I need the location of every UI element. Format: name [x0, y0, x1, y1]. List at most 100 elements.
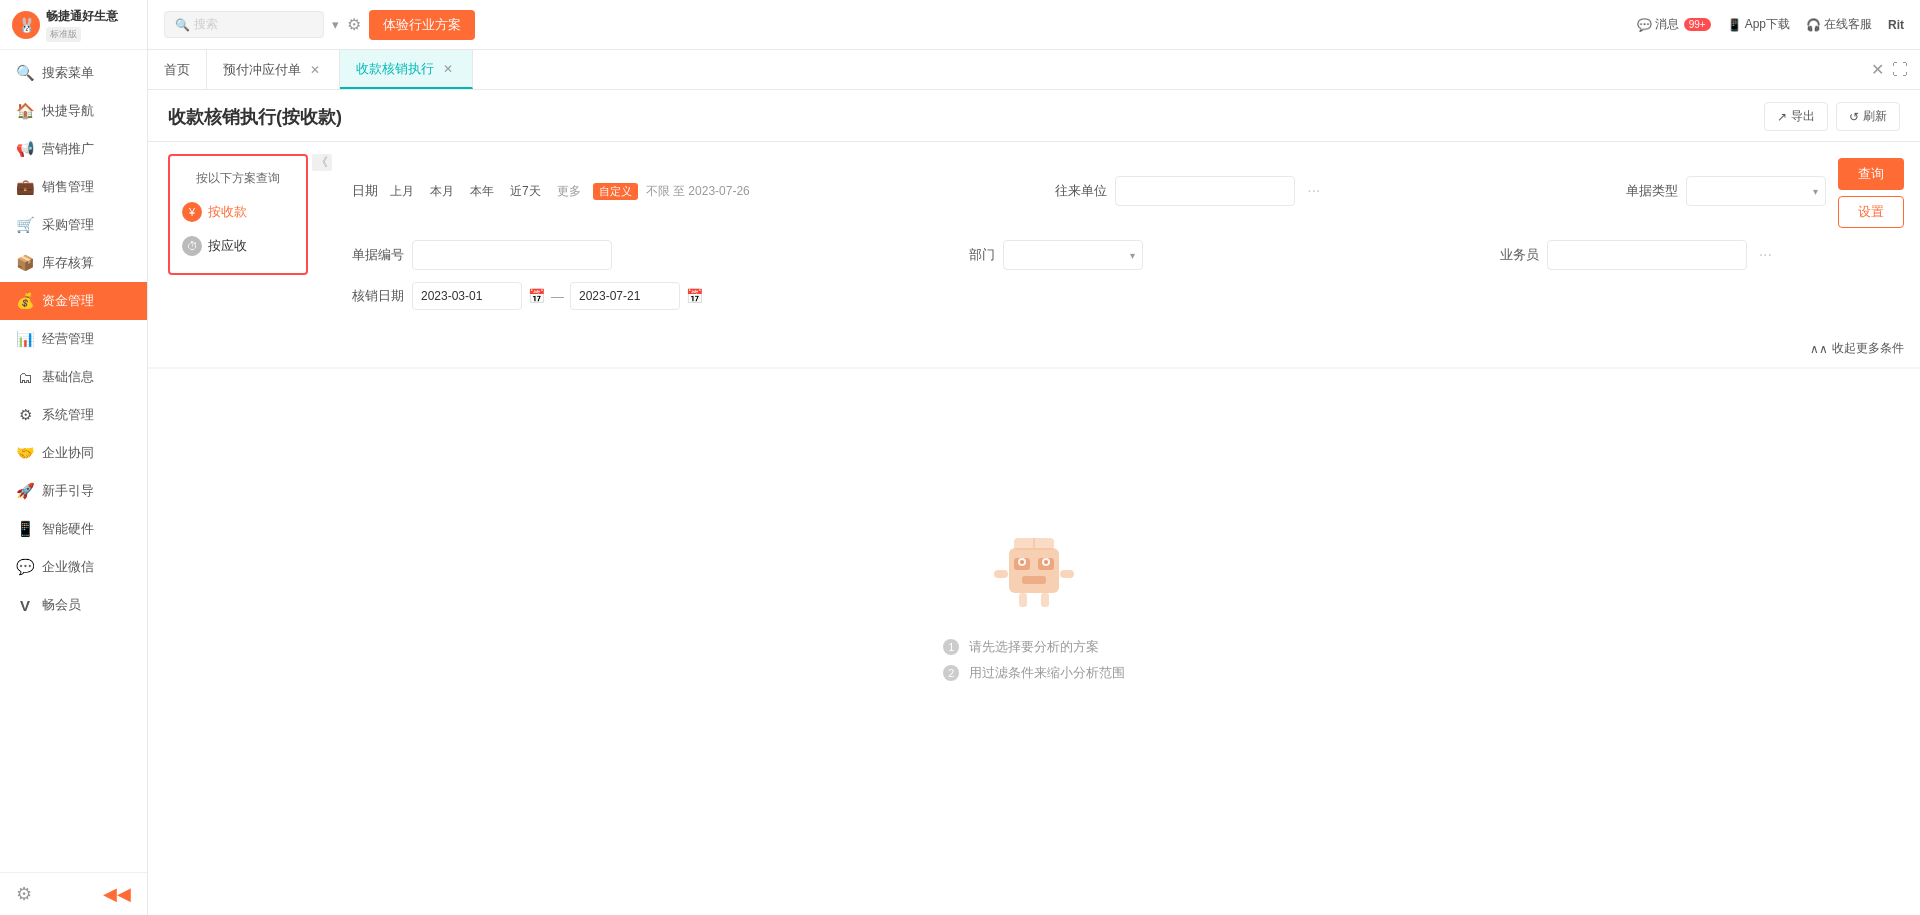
filter-sidebar: 按以下方案查询 ¥ 按收款 ⏱ 按应收	[168, 154, 308, 275]
sidebar-item-sales[interactable]: 💼 销售管理	[0, 168, 147, 206]
svg-rect-3	[1022, 576, 1046, 584]
tab-prepay[interactable]: 预付冲应付单 ✕	[207, 50, 340, 89]
filter-row-2: 单据编号 部门 业务员	[352, 240, 1904, 270]
sidebar-item-quicknav[interactable]: 🏠 快捷导航	[0, 92, 147, 130]
tab-home[interactable]: 首页	[148, 50, 207, 89]
writeoff-date-start-input[interactable]	[412, 282, 522, 310]
salesperson-more-icon[interactable]: ···	[1759, 246, 1772, 264]
user-name[interactable]: Rit	[1888, 18, 1904, 32]
customer-service-btn[interactable]: 🎧 在线客服	[1806, 16, 1872, 33]
sidebar-label-operations: 经营管理	[42, 330, 94, 348]
message-icon: 💬	[1637, 18, 1652, 32]
sidebar-label-wechat: 企业微信	[42, 558, 94, 576]
tab-writeoff[interactable]: 收款核销执行 ✕	[340, 50, 473, 89]
filter-date-col: 日期 上月 本月 本年 近7天 更多 自定义 不限 至 2023-07-26	[352, 181, 750, 202]
refresh-btn[interactable]: ↺ 刷新	[1836, 102, 1900, 131]
message-badge: 99+	[1684, 18, 1711, 31]
close-window-icon[interactable]: ✕	[1871, 60, 1884, 79]
topbar: 🔍 搜索 ▾ ⚙ 体验行业方案 💬 消息 99+ 📱 App下载 🎧 在线客服 …	[148, 0, 1920, 50]
svg-rect-4	[994, 570, 1008, 578]
sidebar-item-hardware[interactable]: 📱 智能硬件	[0, 510, 147, 548]
refresh-icon: ↺	[1849, 110, 1859, 124]
collapse-more-bar[interactable]: ∧∧ 收起更多条件	[148, 334, 1920, 367]
export-label: 导出	[1791, 108, 1815, 125]
purchase-icon: 🛒	[16, 216, 34, 234]
writeoff-date-label: 核销日期	[352, 287, 404, 305]
export-btn[interactable]: ↗ 导出	[1764, 102, 1828, 131]
sidebar: 🐰 畅捷通好生意 标准版 🔍 搜索菜单 🏠 快捷导航 📢 营销推广 💼 销售管理…	[0, 0, 148, 915]
collapse-sidebar-btn[interactable]: 《	[312, 154, 332, 171]
tab-prepay-close[interactable]: ✕	[307, 62, 323, 78]
bill-no-input[interactable]	[412, 240, 612, 270]
app-badge: 标准版	[46, 27, 81, 42]
system-icon: ⚙	[16, 406, 34, 424]
bill-type-select[interactable]	[1686, 176, 1826, 206]
dropdown-arrow-icon[interactable]: ▾	[332, 17, 339, 32]
counterparty-more-icon[interactable]: ···	[1307, 182, 1320, 200]
settings-icon[interactable]: ⚙	[16, 883, 32, 905]
sidebar-label-basic-info: 基础信息	[42, 368, 94, 386]
filter-by-receipt-label: 按收款	[208, 203, 247, 221]
filter-sidebar-title: 按以下方案查询	[170, 166, 306, 195]
salesperson-input[interactable]	[1547, 240, 1747, 270]
sidebar-footer: ⚙ ◀◀	[0, 872, 147, 915]
sidebar-item-finance[interactable]: 💰 资金管理	[0, 282, 147, 320]
sidebar-label-vip: 畅会员	[42, 596, 81, 614]
search-icon: 🔍	[16, 64, 34, 82]
app-logo: 🐰 畅捷通好生意 标准版	[0, 0, 147, 50]
sidebar-item-wechat[interactable]: 💬 企业微信	[0, 548, 147, 586]
page-header-actions: ↗ 导出 ↺ 刷新	[1764, 102, 1900, 141]
shortcut-7days[interactable]: 近7天	[506, 181, 545, 202]
dept-select[interactable]	[1003, 240, 1143, 270]
tab-writeoff-close[interactable]: ✕	[440, 61, 456, 77]
sidebar-item-search[interactable]: 🔍 搜索菜单	[0, 54, 147, 92]
sidebar-item-collab[interactable]: 🤝 企业协同	[0, 434, 147, 472]
counterparty-input[interactable]	[1115, 176, 1295, 206]
sidebar-item-marketing[interactable]: 📢 营销推广	[0, 130, 147, 168]
shortcut-more[interactable]: 更多	[553, 181, 585, 202]
svg-point-11	[1044, 560, 1048, 564]
gear-icon-top[interactable]: ⚙	[347, 15, 361, 34]
sidebar-item-vip[interactable]: V 畅会员	[0, 586, 147, 624]
filter-by-receivable-label: 按应收	[208, 237, 247, 255]
tab-prepay-label: 预付冲应付单	[223, 61, 301, 79]
shortcut-last-month[interactable]: 上月	[386, 181, 418, 202]
settings-btn[interactable]: 设置	[1838, 196, 1904, 228]
message-btn[interactable]: 💬 消息 99+	[1637, 16, 1711, 33]
sidebar-item-operations[interactable]: 📊 经营管理	[0, 320, 147, 358]
bill-type-select-wrapper	[1686, 176, 1826, 206]
sidebar-item-purchase[interactable]: 🛒 采购管理	[0, 206, 147, 244]
industry-solution-btn[interactable]: 体验行业方案	[369, 10, 475, 40]
filter-by-receipt[interactable]: ¥ 按收款	[170, 195, 306, 229]
maximize-icon[interactable]: ⛶	[1892, 61, 1908, 79]
query-btn[interactable]: 查询	[1838, 158, 1904, 190]
dept-select-wrapper	[1003, 240, 1143, 270]
sidebar-item-basic-info[interactable]: 🗂 基础信息	[0, 358, 147, 396]
bill-type-label: 单据类型	[1626, 182, 1678, 200]
writeoff-cal-end-icon[interactable]: 📅	[686, 288, 703, 304]
sidebar-label-marketing: 营销推广	[42, 140, 94, 158]
sidebar-item-system[interactable]: ⚙ 系统管理	[0, 396, 147, 434]
sidebar-item-inventory[interactable]: 📦 库存核算	[0, 244, 147, 282]
shortcut-this-month[interactable]: 本月	[426, 181, 458, 202]
sidebar-label-onboarding: 新手引导	[42, 482, 94, 500]
writeoff-date-end-input[interactable]	[570, 282, 680, 310]
message-label: 消息	[1655, 16, 1679, 33]
filter-by-receivable[interactable]: ⏱ 按应收	[170, 229, 306, 263]
refresh-label: 刷新	[1863, 108, 1887, 125]
collapse-sidebar-btn[interactable]: ◀◀	[103, 883, 131, 905]
date-custom-tag[interactable]: 自定义	[593, 183, 638, 200]
empty-tip-1: 请先选择要分析的方案	[969, 639, 1099, 654]
search-bar[interactable]: 🔍 搜索	[164, 11, 324, 38]
writeoff-cal-start-icon[interactable]: 📅	[528, 288, 545, 304]
receipt-icon: ¥	[182, 202, 202, 222]
sidebar-menu: 🔍 搜索菜单 🏠 快捷导航 📢 营销推广 💼 销售管理 🛒 采购管理 📦 库存核…	[0, 50, 147, 872]
app-download-btn[interactable]: 📱 App下载	[1727, 16, 1790, 33]
sales-icon: 💼	[16, 178, 34, 196]
vip-icon: V	[16, 596, 34, 614]
sidebar-item-onboarding[interactable]: 🚀 新手引导	[0, 472, 147, 510]
shortcut-this-year[interactable]: 本年	[466, 181, 498, 202]
sidebar-label-purchase: 采购管理	[42, 216, 94, 234]
filter-writeoff-date-col: 核销日期 📅 — 📅	[352, 282, 703, 310]
tab-home-label: 首页	[164, 61, 190, 79]
